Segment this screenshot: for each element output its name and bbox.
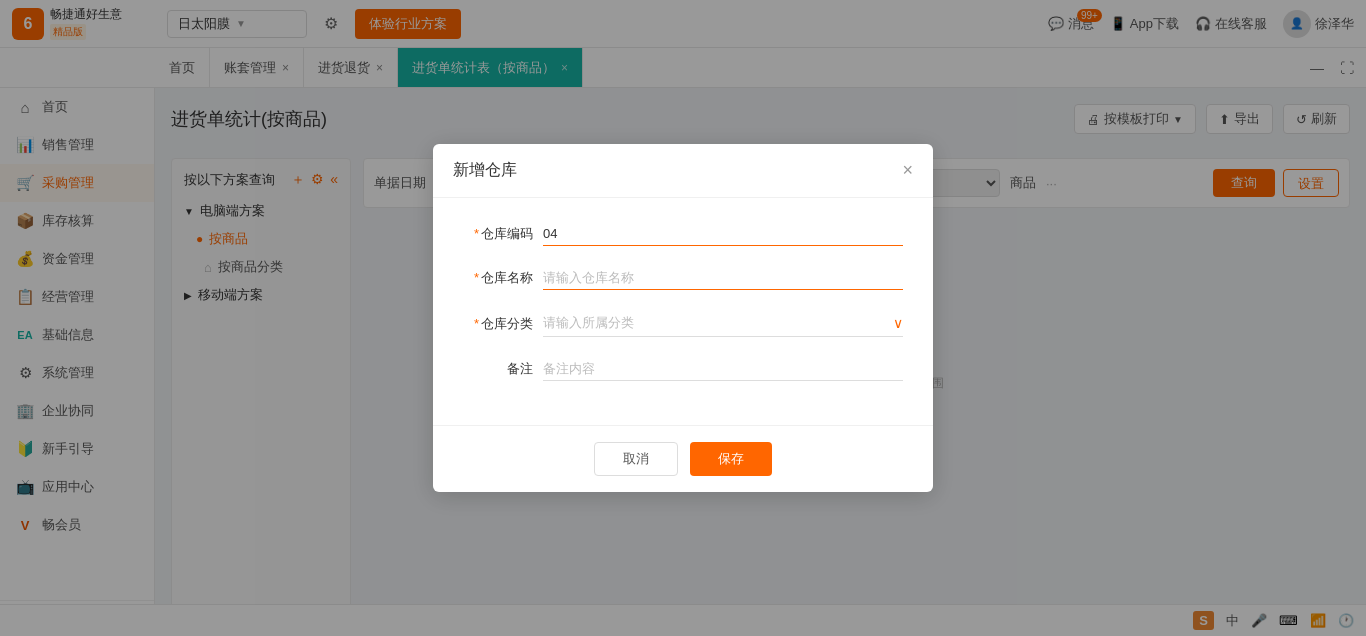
form-row-code: 仓库编码 (463, 222, 903, 246)
modal-title: 新增仓库 (453, 160, 517, 181)
code-label: 仓库编码 (463, 225, 533, 243)
form-row-remark: 备注 (463, 357, 903, 381)
form-row-name: 仓库名称 (463, 266, 903, 290)
remark-input[interactable] (543, 357, 903, 381)
modal-overlay[interactable]: 新增仓库 × 仓库编码 仓库名称 仓库分类 请输入所属分类 ∨ (0, 0, 1366, 636)
name-input[interactable] (543, 266, 903, 290)
category-label: 仓库分类 (463, 315, 533, 333)
modal-header: 新增仓库 × (433, 144, 933, 198)
name-label: 仓库名称 (463, 269, 533, 287)
modal-add-warehouse: 新增仓库 × 仓库编码 仓库名称 仓库分类 请输入所属分类 ∨ (433, 144, 933, 492)
cancel-button[interactable]: 取消 (594, 442, 678, 476)
form-row-category: 仓库分类 请输入所属分类 ∨ (463, 310, 903, 337)
modal-close-button[interactable]: × (902, 160, 913, 181)
category-placeholder: 请输入所属分类 (543, 314, 893, 332)
category-dropdown-icon: ∨ (893, 315, 903, 331)
code-input[interactable] (543, 222, 903, 246)
remark-label: 备注 (463, 360, 533, 378)
modal-body: 仓库编码 仓库名称 仓库分类 请输入所属分类 ∨ 备注 (433, 198, 933, 425)
save-button[interactable]: 保存 (690, 442, 772, 476)
category-select[interactable]: 请输入所属分类 ∨ (543, 310, 903, 337)
modal-footer: 取消 保存 (433, 425, 933, 492)
